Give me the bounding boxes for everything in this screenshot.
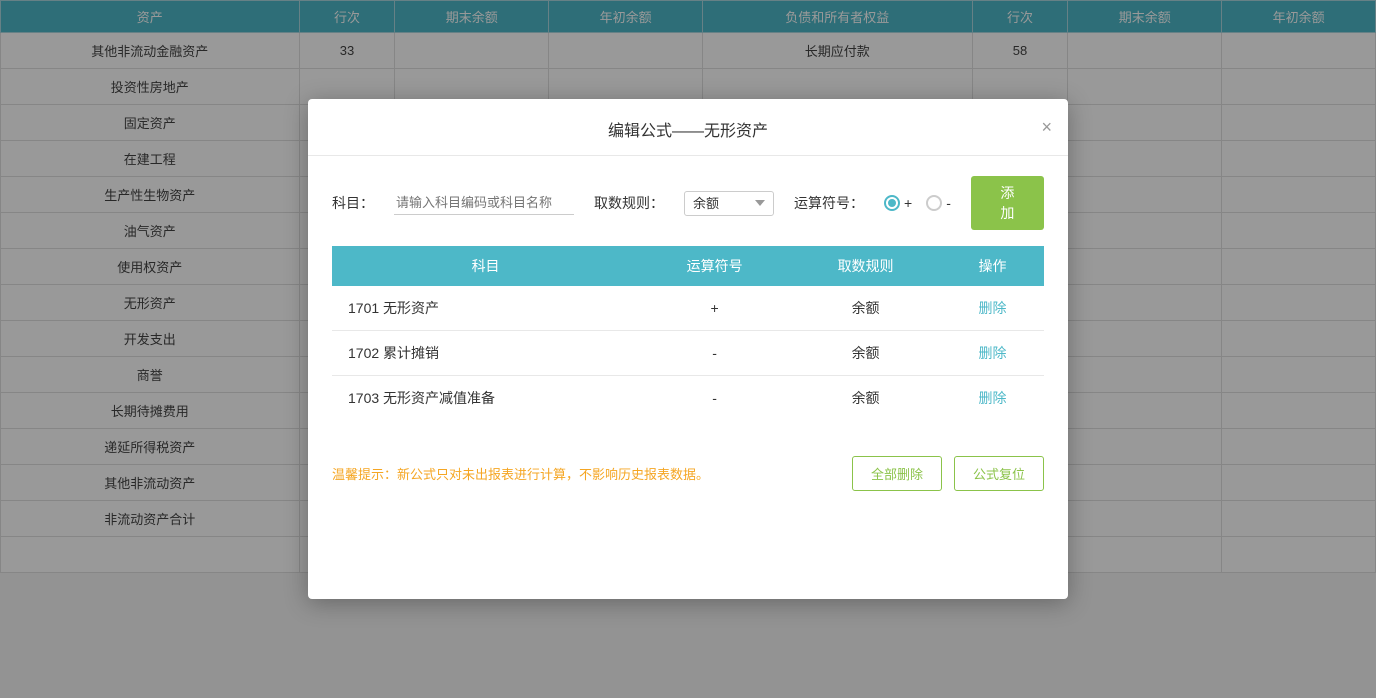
table-row: 1701 无形资产 + 余额 删除 <box>332 286 1044 331</box>
delete-row-button[interactable]: 删除 <box>979 345 1007 361</box>
row-action: 删除 <box>941 376 1044 421</box>
row-operator: + <box>639 286 790 331</box>
row-operator: - <box>639 376 790 421</box>
operator-minus-radio[interactable]: - <box>926 195 951 211</box>
subject-input[interactable] <box>394 191 574 215</box>
form-row: 科目： 取数规则： 余额 借方 贷方 借方发生额 贷方发生额 运算符号： + <box>308 156 1068 246</box>
subject-label: 科目： <box>332 193 374 213</box>
table-header-row: 科目 运算符号 取数规则 操作 <box>332 246 1044 286</box>
modal-close-button[interactable]: × <box>1041 118 1052 136</box>
col-action-header: 操作 <box>941 246 1044 286</box>
operator-radio-group: + - <box>884 195 951 211</box>
operator-minus-label: - <box>946 195 951 211</box>
row-subject: 1702 累计摊销 <box>332 331 639 376</box>
row-rule: 余额 <box>790 331 941 376</box>
data-table-container: 科目 运算符号 取数规则 操作 1701 无形资产 + 余额 删除 1702 累… <box>308 246 1068 420</box>
table-row: 1703 无形资产减值准备 - 余额 删除 <box>332 376 1044 421</box>
modal-dialog: 编辑公式——无形资产 × 科目： 取数规则： 余额 借方 贷方 借方发生额 贷方… <box>308 99 1068 599</box>
row-subject: 1701 无形资产 <box>332 286 639 331</box>
radio-plus-indicator <box>884 195 900 211</box>
delete-row-button[interactable]: 删除 <box>979 390 1007 406</box>
row-action: 删除 <box>941 331 1044 376</box>
formula-table: 科目 运算符号 取数规则 操作 1701 无形资产 + 余额 删除 1702 累… <box>332 246 1044 420</box>
modal-header: 编辑公式——无形资产 × <box>308 99 1068 156</box>
operator-plus-label: + <box>904 195 912 211</box>
row-subject: 1703 无形资产减值准备 <box>332 376 639 421</box>
footer-buttons: 全部删除 公式复位 <box>852 456 1044 491</box>
table-row: 1702 累计摊销 - 余额 删除 <box>332 331 1044 376</box>
rule-select[interactable]: 余额 借方 贷方 借方发生额 贷方发生额 <box>684 191 774 216</box>
operator-plus-radio[interactable]: + <box>884 195 912 211</box>
row-rule: 余额 <box>790 286 941 331</box>
col-rule-header: 取数规则 <box>790 246 941 286</box>
rule-label: 取数规则： <box>594 193 664 213</box>
radio-minus-indicator <box>926 195 942 211</box>
row-rule: 余额 <box>790 376 941 421</box>
modal-overlay: 编辑公式——无形资产 × 科目： 取数规则： 余额 借方 贷方 借方发生额 贷方… <box>0 0 1376 698</box>
modal-title: 编辑公式——无形资产 <box>608 117 768 141</box>
hint-text: 温馨提示：新公式只对未出报表进行计算，不影响历史报表数据。 <box>332 464 709 483</box>
modal-footer: 温馨提示：新公式只对未出报表进行计算，不影响历史报表数据。 全部删除 公式复位 <box>308 440 1068 499</box>
add-button[interactable]: 添加 <box>971 176 1044 230</box>
row-operator: - <box>639 331 790 376</box>
delete-all-button[interactable]: 全部删除 <box>852 456 942 491</box>
reset-formula-button[interactable]: 公式复位 <box>954 456 1044 491</box>
operator-label: 运算符号： <box>794 193 864 213</box>
col-subject-header: 科目 <box>332 246 639 286</box>
delete-row-button[interactable]: 删除 <box>979 300 1007 316</box>
row-action: 删除 <box>941 286 1044 331</box>
col-operator-header: 运算符号 <box>639 246 790 286</box>
rule-select-wrap: 余额 借方 贷方 借方发生额 贷方发生额 <box>684 191 774 216</box>
